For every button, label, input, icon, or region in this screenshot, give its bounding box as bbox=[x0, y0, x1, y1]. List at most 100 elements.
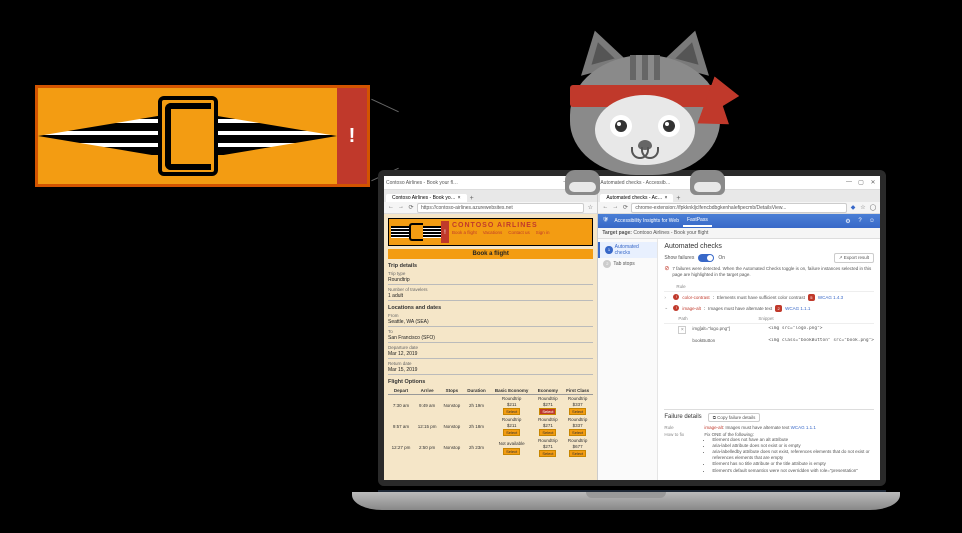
tab-close-icon[interactable]: × bbox=[458, 195, 461, 201]
callout-logo bbox=[38, 88, 337, 184]
instance-row[interactable]: bookButton<img class="bookButton" src="b… bbox=[664, 336, 874, 345]
howtofix-label: How to fix bbox=[664, 432, 704, 474]
select-button[interactable]: Select bbox=[569, 408, 586, 415]
back-icon[interactable]: ← bbox=[387, 204, 395, 212]
main-nav: Book a flight Vacations Contact us Sign … bbox=[452, 230, 587, 235]
fix-item: Element's default semantics were not ove… bbox=[712, 468, 874, 473]
return-input[interactable]: Mar 15, 2019 bbox=[388, 366, 593, 375]
select-button[interactable]: Select bbox=[569, 429, 586, 436]
tab-close-icon[interactable]: × bbox=[664, 195, 667, 201]
new-tab-button[interactable]: + bbox=[673, 195, 683, 202]
select-button[interactable]: Select bbox=[539, 450, 556, 457]
copy-button[interactable]: ⧉ Copy failure details bbox=[708, 413, 761, 422]
chevron-icon: ⌄ bbox=[664, 305, 670, 311]
select-button[interactable]: Select bbox=[503, 429, 520, 436]
sidebar-item-label: Automated checks bbox=[615, 244, 653, 256]
select-button[interactable]: Select bbox=[569, 450, 586, 457]
select-button[interactable]: Select bbox=[539, 429, 556, 436]
logo-callout: ! bbox=[35, 85, 370, 187]
wcag-link[interactable]: WCAG 1.1.1 bbox=[791, 425, 816, 430]
wcag-link[interactable]: WCAG 1.1.1 bbox=[785, 306, 810, 311]
select-button[interactable]: Select bbox=[539, 408, 556, 415]
wcag-link[interactable]: WCAG 1.4.3 bbox=[818, 295, 843, 300]
step-number: 2 bbox=[603, 260, 611, 268]
tab-fastpass[interactable]: FastPass bbox=[683, 215, 712, 227]
details-heading: Failure details bbox=[664, 414, 701, 420]
section-trip: Trip details bbox=[388, 263, 593, 269]
ai-sidebar: 1 Automated checks 2 Tab stops bbox=[598, 239, 658, 480]
feedback-icon[interactable]: ☺ bbox=[868, 218, 876, 224]
profile-icon[interactable]: ◯ bbox=[869, 204, 877, 212]
extension-icon[interactable]: ◆ bbox=[849, 204, 857, 212]
tab-label: Automated checks - Ac… bbox=[606, 195, 662, 201]
instance-toggle[interactable]: × bbox=[678, 326, 686, 334]
to-input[interactable]: San Francisco (SFO) bbox=[388, 334, 593, 343]
sidebar-item-tabstops[interactable]: 2 Tab stops bbox=[598, 258, 657, 270]
contoso-logo[interactable] bbox=[391, 221, 441, 243]
warning-text: 7 failures were detected. When the Autom… bbox=[672, 266, 874, 278]
ai-toolbar: 🛡 Accessibility Insights for Web FastPas… bbox=[598, 214, 880, 228]
travelers-select[interactable]: 1 adult bbox=[388, 292, 593, 301]
rule-row[interactable]: ›!color-contrast: Elements must have suf… bbox=[664, 292, 874, 303]
warning-banner: ⊘ 7 failures were detected. When the Aut… bbox=[664, 266, 874, 278]
nav-vacations[interactable]: Vacations bbox=[483, 230, 502, 235]
minimize-button[interactable]: — bbox=[844, 179, 854, 187]
show-failures-toggle[interactable] bbox=[698, 254, 714, 262]
rule-name[interactable]: image-alt bbox=[704, 425, 723, 430]
fix-item: aria-labelledby attribute does not exist… bbox=[712, 449, 874, 460]
fix-list: Element does not have an alt attributear… bbox=[704, 437, 874, 473]
error-badge-icon: ! bbox=[441, 221, 449, 243]
reload-icon[interactable]: ⟳ bbox=[621, 204, 629, 212]
window-title: Contoso Airlines - Book your fl… bbox=[386, 180, 559, 186]
nav-signin[interactable]: Sign in bbox=[536, 230, 550, 235]
sidebar-item-automated[interactable]: 1 Automated checks bbox=[598, 242, 657, 258]
table-row: 12:27 pm2:50 pmNonstop2h 23mNot availabl… bbox=[388, 437, 593, 458]
laptop: Contoso Airlines - Book your fl… — ▢ ✕ C… bbox=[372, 170, 892, 510]
nav-book[interactable]: Book a flight bbox=[452, 230, 477, 235]
fail-icon: ! bbox=[673, 305, 679, 311]
depart-input[interactable]: Mar 12, 2019 bbox=[388, 350, 593, 359]
step-number: 1 bbox=[605, 246, 612, 254]
export-button[interactable]: ↗ Export result bbox=[834, 253, 874, 263]
ai-main: Automated checks Show failures On ↗ Expo… bbox=[658, 239, 880, 480]
rule-desc: Images must have alternate text bbox=[725, 425, 789, 430]
col-snippet: Snippet bbox=[758, 316, 773, 321]
browser-tab[interactable]: Contoso Airlines - Book yo… × bbox=[386, 194, 467, 202]
callout-connector bbox=[370, 100, 400, 180]
col-rule: Rule bbox=[676, 284, 756, 289]
laptop-base bbox=[352, 492, 900, 510]
back-icon[interactable]: ← bbox=[601, 204, 609, 212]
gear-icon[interactable]: ⚙ bbox=[844, 218, 852, 225]
select-button[interactable]: Select bbox=[503, 408, 520, 415]
fix-item: aria-label attribute does not exist or i… bbox=[712, 443, 874, 448]
address-bar-row: ← → ⟳ https://contoso-airlines.azurewebs… bbox=[384, 202, 597, 214]
forward-icon[interactable]: → bbox=[397, 204, 405, 212]
maximize-button[interactable]: ▢ bbox=[856, 179, 866, 187]
fail-count: 5 bbox=[808, 294, 815, 301]
favorite-icon[interactable]: ☆ bbox=[586, 204, 594, 212]
col-econ: Economy bbox=[534, 387, 562, 395]
rule-row[interactable]: ⌄!image-alt: Images must have alternate … bbox=[664, 303, 874, 314]
rule-name: image-alt bbox=[682, 306, 701, 311]
section-options: Flight Options bbox=[388, 379, 593, 385]
favorite-icon[interactable]: ☆ bbox=[859, 204, 867, 212]
col-basic: Basic Economy bbox=[489, 387, 534, 395]
nav-contact[interactable]: Contact us bbox=[508, 230, 530, 235]
close-button[interactable]: ✕ bbox=[868, 179, 878, 187]
fail-icon: ! bbox=[673, 294, 679, 300]
address-bar[interactable]: chrome-extension://fpkknkljclfencbdbgken… bbox=[631, 203, 847, 213]
instance-row[interactable]: ×img[alt="logo.png"]<img src="logo.png"> bbox=[664, 324, 874, 336]
browser-tab[interactable]: Automated checks - Ac… × bbox=[600, 194, 673, 202]
reload-icon[interactable]: ⟳ bbox=[407, 204, 415, 212]
trip-type-select[interactable]: Roundtrip bbox=[388, 276, 593, 285]
help-icon[interactable]: ? bbox=[856, 218, 864, 224]
new-tab-button[interactable]: + bbox=[467, 195, 477, 202]
forward-icon[interactable]: → bbox=[611, 204, 619, 212]
address-bar[interactable]: https://contoso-airlines.azurewebsites.n… bbox=[417, 203, 584, 213]
rule-name: color-contrast bbox=[682, 295, 709, 300]
sidebar-item-label: Tab stops bbox=[613, 261, 634, 267]
target-value: Contoso Airlines - Book your flight bbox=[633, 230, 708, 236]
address-bar-row: ← → ⟳ chrome-extension://fpkknkljclfencb… bbox=[598, 202, 880, 214]
from-input[interactable]: Seattle, WA (SEA) bbox=[388, 318, 593, 327]
select-button[interactable]: Select bbox=[503, 448, 520, 455]
